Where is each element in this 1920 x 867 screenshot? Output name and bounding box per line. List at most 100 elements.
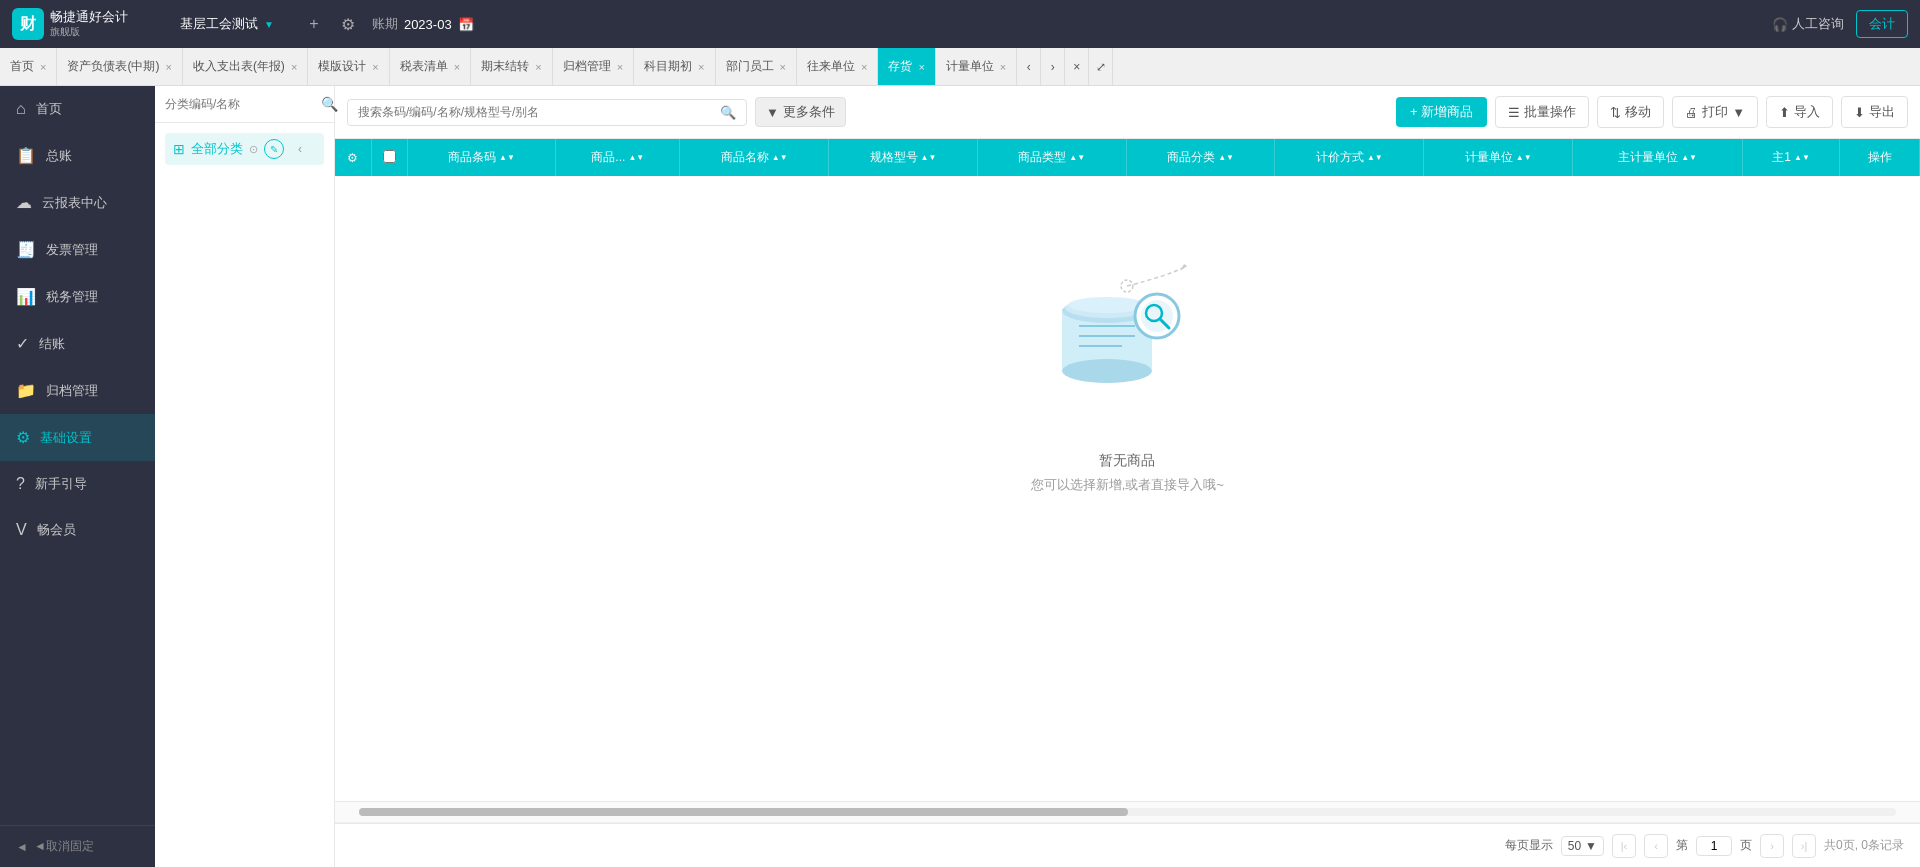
logo-icon: 财 [12, 8, 44, 40]
tab-close-icon[interactable]: × [918, 61, 924, 73]
sort-arrows-code[interactable]: ▲▼ [628, 154, 644, 162]
tab-prev-button[interactable]: ‹ [1017, 48, 1041, 86]
calendar-icon[interactable]: 📅 [458, 17, 474, 32]
sort-arrows-type[interactable]: ▲▼ [1069, 154, 1085, 162]
tab-label: 资产负债表(中期) [67, 58, 159, 75]
period-label: 账期 [372, 15, 398, 33]
tab-expand-button[interactable]: ⤢ [1089, 48, 1113, 86]
export-button[interactable]: ⬇ 导出 [1841, 96, 1908, 128]
sidebar-item-guide[interactable]: ? 新手引导 [0, 461, 155, 507]
sidebar-item-tax[interactable]: 📊 税务管理 [0, 273, 155, 320]
sidebar-item-checkout[interactable]: ✓ 结账 [0, 320, 155, 367]
next-page-button[interactable]: › [1760, 834, 1784, 858]
add-product-button[interactable]: + 新增商品 [1396, 97, 1487, 127]
tab-close-icon[interactable]: × [535, 61, 541, 73]
product-search-icon[interactable]: 🔍 [720, 105, 736, 120]
filter-button[interactable]: ▼ 更多条件 [755, 97, 846, 127]
sort-arrows-name[interactable]: ▲▼ [772, 154, 788, 162]
sort-arrows-barcode[interactable]: ▲▼ [499, 154, 515, 162]
category-search-input[interactable] [165, 97, 315, 111]
tab-close-icon[interactable]: × [861, 61, 867, 73]
tab-archive-mgmt[interactable]: 归档管理 × [553, 48, 634, 86]
th-category: 商品分类▲▼ [1126, 139, 1275, 176]
account-button[interactable]: 会计 [1856, 10, 1908, 38]
per-page-value: 50 [1568, 839, 1581, 853]
tab-dept-staff[interactable]: 部门员工 × [716, 48, 797, 86]
sort-arrows-main2[interactable]: ▲▼ [1794, 154, 1810, 162]
per-page-label: 每页显示 [1505, 837, 1553, 854]
per-page-select[interactable]: 50 ▼ [1561, 836, 1604, 856]
member-icon: V [16, 521, 27, 539]
select-all-checkbox[interactable] [383, 150, 396, 163]
prev-page-button[interactable]: ‹ [1644, 834, 1668, 858]
app-version: 旗舰版 [50, 25, 128, 39]
category-all-item[interactable]: ⊞ 全部分类 ⊙ ✎ ‹ [165, 133, 324, 165]
sort-arrows-category[interactable]: ▲▼ [1218, 154, 1234, 162]
sidebar-item-reports[interactable]: ☁ 云报表中心 [0, 179, 155, 226]
scroll-thumb [359, 808, 1128, 816]
tab-subject-init[interactable]: 科目期初 × [634, 48, 715, 86]
tab-inventory[interactable]: 存货 × [878, 48, 935, 86]
th-settings[interactable]: ⚙ [335, 139, 371, 176]
tab-template-design[interactable]: 模版设计 × [308, 48, 389, 86]
sidebar-pin-toggle[interactable]: ◄ ◄取消固定 [0, 825, 155, 867]
top-header: 财 畅捷通好会计 旗舰版 基层工会测试 ▼ + ⚙ 账期 2023-03 📅 🎧… [0, 0, 1920, 48]
last-page-button[interactable]: ›| [1792, 834, 1816, 858]
tab-close-icon[interactable]: × [454, 61, 460, 73]
consult-button[interactable]: 🎧 人工咨询 [1772, 15, 1844, 33]
tab-close-icon[interactable]: × [165, 61, 171, 73]
tab-next-button[interactable]: › [1041, 48, 1065, 86]
tab-close-icon[interactable]: × [617, 61, 623, 73]
sort-arrows-unit[interactable]: ▲▼ [1516, 154, 1532, 162]
sidebar-item-home[interactable]: ⌂ 首页 [0, 86, 155, 132]
print-button[interactable]: 🖨 打印 ▼ [1672, 96, 1758, 128]
tab-balance-sheet[interactable]: 资产负债表(中期) × [57, 48, 182, 86]
first-page-button[interactable]: |‹ [1612, 834, 1636, 858]
tab-close-icon[interactable]: × [40, 61, 46, 73]
page-input[interactable] [1696, 836, 1732, 856]
tab-measure-unit[interactable]: 计量单位 × [936, 48, 1017, 86]
tab-close-icon[interactable]: × [1000, 61, 1006, 73]
sidebar-item-ledger[interactable]: 📋 总账 [0, 132, 155, 179]
category-edit-button[interactable]: ✎ [264, 139, 284, 159]
th-code: 商品...▲▼ [556, 139, 680, 176]
settings-button[interactable]: ⚙ [334, 10, 362, 38]
th-checkbox[interactable] [371, 139, 407, 176]
import-button[interactable]: ⬆ 导入 [1766, 96, 1833, 128]
tab-close-icon[interactable]: × [780, 61, 786, 73]
sidebar-label-invoice: 发票管理 [46, 241, 98, 259]
guide-icon: ? [16, 475, 25, 493]
add-tab-button[interactable]: + [300, 10, 328, 38]
invoice-icon: 🧾 [16, 240, 36, 259]
sidebar-item-settings[interactable]: ⚙ 基础设置 [0, 414, 155, 461]
tab-label: 收入支出表(年报) [193, 58, 285, 75]
sort-arrows-main-unit[interactable]: ▲▼ [1681, 154, 1697, 162]
sidebar-item-invoice[interactable]: 🧾 发票管理 [0, 226, 155, 273]
tab-close-icon[interactable]: × [291, 61, 297, 73]
tab-close-icon[interactable]: × [372, 61, 378, 73]
batch-ops-button[interactable]: ☰ 批量操作 [1495, 96, 1589, 128]
horizontal-scrollbar[interactable] [359, 808, 1896, 816]
tab-income-statement[interactable]: 收入支出表(年报) × [183, 48, 308, 86]
tab-close-all-button[interactable]: × [1065, 48, 1089, 86]
sidebar-label-settings: 基础设置 [40, 429, 92, 447]
sidebar-item-member[interactable]: V 畅会员 [0, 507, 155, 553]
company-selector[interactable]: 基层工会测试 ▼ [172, 11, 282, 37]
import-icon: ⬆ [1779, 105, 1790, 120]
move-button[interactable]: ⇅ 移动 [1597, 96, 1664, 128]
tab-close-icon[interactable]: × [698, 61, 704, 73]
tab-homepage[interactable]: 首页 × [0, 48, 57, 86]
tab-counterpart[interactable]: 往来单位 × [797, 48, 878, 86]
app-name: 畅捷通好会计 [50, 9, 128, 25]
product-search-input[interactable] [358, 105, 714, 119]
sort-arrows-price-method[interactable]: ▲▼ [1367, 154, 1383, 162]
tab-period-transfer[interactable]: 期末结转 × [471, 48, 552, 86]
tab-tax-list[interactable]: 税表清单 × [390, 48, 471, 86]
move-icon: ⇅ [1610, 105, 1621, 120]
category-collapse-button[interactable]: ‹ [290, 139, 310, 159]
tab-label: 往来单位 [807, 58, 855, 75]
empty-svg [1027, 256, 1227, 416]
sort-arrows-spec[interactable]: ▲▼ [921, 154, 937, 162]
sidebar-item-archive[interactable]: 📁 归档管理 [0, 367, 155, 414]
page-total: 共0页, 0条记录 [1824, 837, 1904, 854]
